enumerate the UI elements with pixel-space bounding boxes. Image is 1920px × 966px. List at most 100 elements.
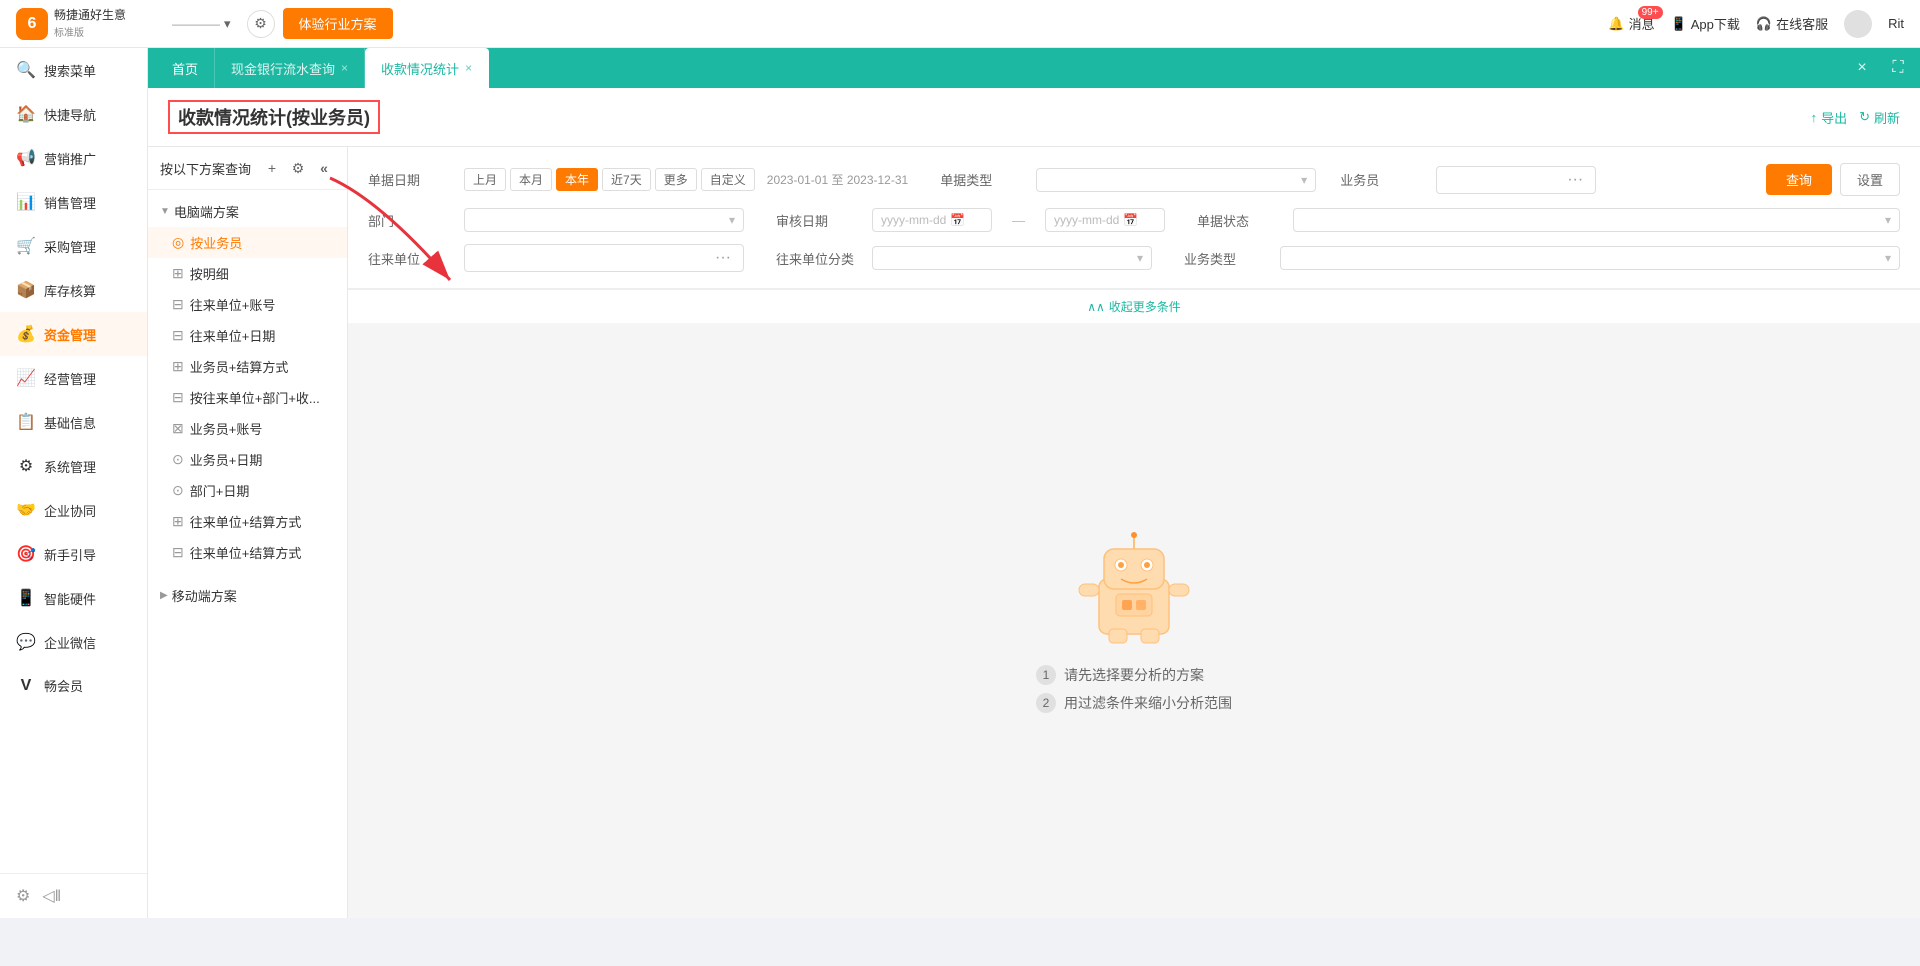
wechat-icon: 💬 <box>16 632 36 652</box>
biz-type-label: 业务类型 <box>1184 249 1264 268</box>
export-btn[interactable]: ↑ 导出 <box>1811 108 1848 127</box>
scheme-group-title-mobile[interactable]: ▶ 移动端方案 <box>148 580 347 611</box>
salesperson-select[interactable]: ··· <box>1436 166 1596 194</box>
date-btn-last-month[interactable]: 上月 <box>464 168 506 191</box>
scheme-item-dept-date[interactable]: ⊙ 部门+日期 <box>148 475 347 506</box>
sidebar-item-enterprise[interactable]: 🤝 企业协同 <box>0 488 147 532</box>
filter-setting-btn[interactable]: 设置 <box>1840 163 1900 196</box>
sidebar-item-search-menu[interactable]: 🔍 搜索菜单 <box>0 48 147 92</box>
sidebar-item-smart-hardware[interactable]: 📱 智能硬件 <box>0 576 147 620</box>
date-btn-this-year[interactable]: 本年 <box>556 168 598 191</box>
salesperson-label: 业务员 <box>1340 170 1420 189</box>
scheme-header: 按以下方案查询 + ⚙ « <box>148 147 347 190</box>
tab-collect-stat-close[interactable]: × <box>465 61 472 75</box>
unit-category-select[interactable]: ▾ <box>872 246 1152 270</box>
sidebar-item-system[interactable]: ⚙ 系统管理 <box>0 444 147 488</box>
filter-section: 单据日期 上月 本月 本年 近7天 更多 自定义 2023- <box>348 147 1920 289</box>
sidebar-item-basic-info[interactable]: 📋 基础信息 <box>0 400 147 444</box>
scheme-item-unit-settle1[interactable]: ⊞ 往来单位+结算方式 <box>148 506 347 537</box>
review-date-end[interactable]: yyyy-mm-dd 📅 <box>1045 208 1165 232</box>
tab-bank-flow[interactable]: 现金银行流水查询 × <box>215 48 365 88</box>
doc-type-select[interactable]: ▾ <box>1036 168 1316 192</box>
salesperson-scheme-label: 按业务员 <box>190 233 242 252</box>
sidebar-item-wechat[interactable]: 💬 企业微信 <box>0 620 147 664</box>
hint-num-2: 2 <box>1036 693 1056 713</box>
scheme-group-title-desktop[interactable]: ▼ 电脑端方案 <box>148 196 347 227</box>
tab-collect-stat-label: 收款情况统计 <box>381 59 459 78</box>
export-icon: ↑ <box>1811 110 1818 125</box>
date-btn-this-month[interactable]: 本月 <box>510 168 552 191</box>
dept-select[interactable]: ▾ <box>464 208 744 232</box>
scheme-item-by-salesperson[interactable]: ◎ 按业务员 <box>148 227 347 258</box>
collapse-bar[interactable]: ∧∧ 收起更多条件 <box>348 289 1920 323</box>
sidebar-item-purchase[interactable]: 🛒 采购管理 <box>0 224 147 268</box>
refresh-btn[interactable]: ↻ 刷新 <box>1859 108 1900 127</box>
scheme-item-unit-dept-collect[interactable]: ⊟ 按往来单位+部门+收... <box>148 382 347 413</box>
sidebar-settings-icon[interactable]: ⚙ <box>16 886 30 906</box>
unit-category-arrow: ▾ <box>1137 251 1143 265</box>
breadcrumb-dropdown[interactable]: ———— ▾ <box>164 12 239 36</box>
guide-icon: 🎯 <box>16 544 36 564</box>
hint-item-2: 2 用过滤条件来缩小分析范围 <box>1036 693 1232 713</box>
sidebar-item-quick-nav[interactable]: 🏠 快捷导航 <box>0 92 147 136</box>
scheme-collapse-btn[interactable]: « <box>313 157 335 179</box>
scheme-item-by-detail[interactable]: ⊞ 按明细 <box>148 258 347 289</box>
user-avatar[interactable] <box>1844 10 1872 38</box>
online-service-label: 在线客服 <box>1776 14 1828 33</box>
date-btn-more[interactable]: 更多 <box>655 168 697 191</box>
scheme-item-unit-account[interactable]: ⊟ 往来单位+账号 <box>148 289 347 320</box>
unit-category-label: 往来单位分类 <box>776 249 856 268</box>
doc-status-select[interactable]: ▾ <box>1293 208 1900 232</box>
trial-btn[interactable]: 体验行业方案 <box>283 8 393 39</box>
sidebar-item-marketing[interactable]: 📢 营销推广 <box>0 136 147 180</box>
sidebar-item-inventory[interactable]: 📦 库存核算 <box>0 268 147 312</box>
sidebar-item-finance[interactable]: 💰 资金管理 <box>0 312 147 356</box>
sidebar-item-sales[interactable]: 📊 销售管理 <box>0 180 147 224</box>
robot-svg <box>1074 529 1194 649</box>
scheme-setting-btn[interactable]: ⚙ <box>287 157 309 179</box>
doc-status-label: 单据状态 <box>1197 211 1277 230</box>
date-divider: — <box>1012 213 1025 228</box>
refresh-icon: ↻ <box>1859 109 1870 125</box>
scheme-item-salesperson-settle[interactable]: ⊞ 业务员+结算方式 <box>148 351 347 382</box>
scheme-group-mobile: ▶ 移动端方案 <box>148 574 347 617</box>
scheme-item-unit-settle2[interactable]: ⊟ 往来单位+结算方式 <box>148 537 347 568</box>
review-date-start[interactable]: yyyy-mm-dd 📅 <box>872 208 992 232</box>
sidebar-item-operations[interactable]: 📈 经营管理 <box>0 356 147 400</box>
salesperson-dots[interactable]: ··· <box>1563 171 1587 189</box>
query-btn[interactable]: 查询 <box>1766 164 1832 195</box>
sidebar-item-membership[interactable]: V 畅会员 <box>0 664 147 707</box>
tab-home[interactable]: 首页 <box>156 48 215 88</box>
settings-gear-btn[interactable]: ⚙ <box>247 10 275 38</box>
scheme-item-unit-date[interactable]: ⊟ 往来单位+日期 <box>148 320 347 351</box>
detail-scheme-icon: ⊞ <box>172 265 184 282</box>
app-download-area[interactable]: 📱 App下载 <box>1671 14 1740 33</box>
tab-expand-btn[interactable]: ⛶ <box>1884 54 1912 82</box>
date-btn-custom[interactable]: 自定义 <box>701 168 755 191</box>
online-service-area[interactable]: 🎧 在线客服 <box>1756 14 1828 33</box>
sidebar-label-enterprise: 企业协同 <box>44 501 96 520</box>
tab-bank-flow-close[interactable]: × <box>341 61 348 75</box>
date-label: 单据日期 <box>368 170 448 189</box>
scheme-item-salesperson-account[interactable]: ⊠ 业务员+账号 <box>148 413 347 444</box>
tab-collect-stat[interactable]: 收款情况统计 × <box>365 48 489 88</box>
doc-type-arrow: ▾ <box>1301 173 1307 187</box>
page-actions: ↑ 导出 ↻ 刷新 <box>1811 108 1900 127</box>
salesperson-date-label: 业务员+日期 <box>190 450 263 469</box>
date-btn-last-7days[interactable]: 近7天 <box>602 168 651 191</box>
unit-select[interactable]: ··· <box>464 244 744 272</box>
scheme-item-salesperson-date[interactable]: ⊙ 业务员+日期 <box>148 444 347 475</box>
scheme-add-btn[interactable]: + <box>261 157 283 179</box>
notification-area[interactable]: 🔔 消息 99+ <box>1608 14 1654 33</box>
group-arrow-mobile: ▶ <box>160 590 168 601</box>
sidebar-bottom: ⚙ ◁‖ <box>0 873 147 918</box>
sidebar-item-guide[interactable]: 🎯 新手引导 <box>0 532 147 576</box>
tab-close-all-btn[interactable]: × <box>1848 54 1876 82</box>
page-content: 收款情况统计(按业务员) ↑ 导出 ↻ 刷新 按以下方案查询 + ⚙ <box>148 88 1920 918</box>
unit-date-icon: ⊟ <box>172 327 184 344</box>
sidebar-collapse-icon[interactable]: ◁‖ <box>42 886 61 906</box>
unit-dots[interactable]: ··· <box>711 249 735 267</box>
scheme-panel: 按以下方案查询 + ⚙ « ▼ 电脑端方案 ◎ 按业务员 <box>148 147 348 918</box>
collapse-icon: ∧∧ <box>1087 300 1105 314</box>
biz-type-select[interactable]: ▾ <box>1280 246 1900 270</box>
